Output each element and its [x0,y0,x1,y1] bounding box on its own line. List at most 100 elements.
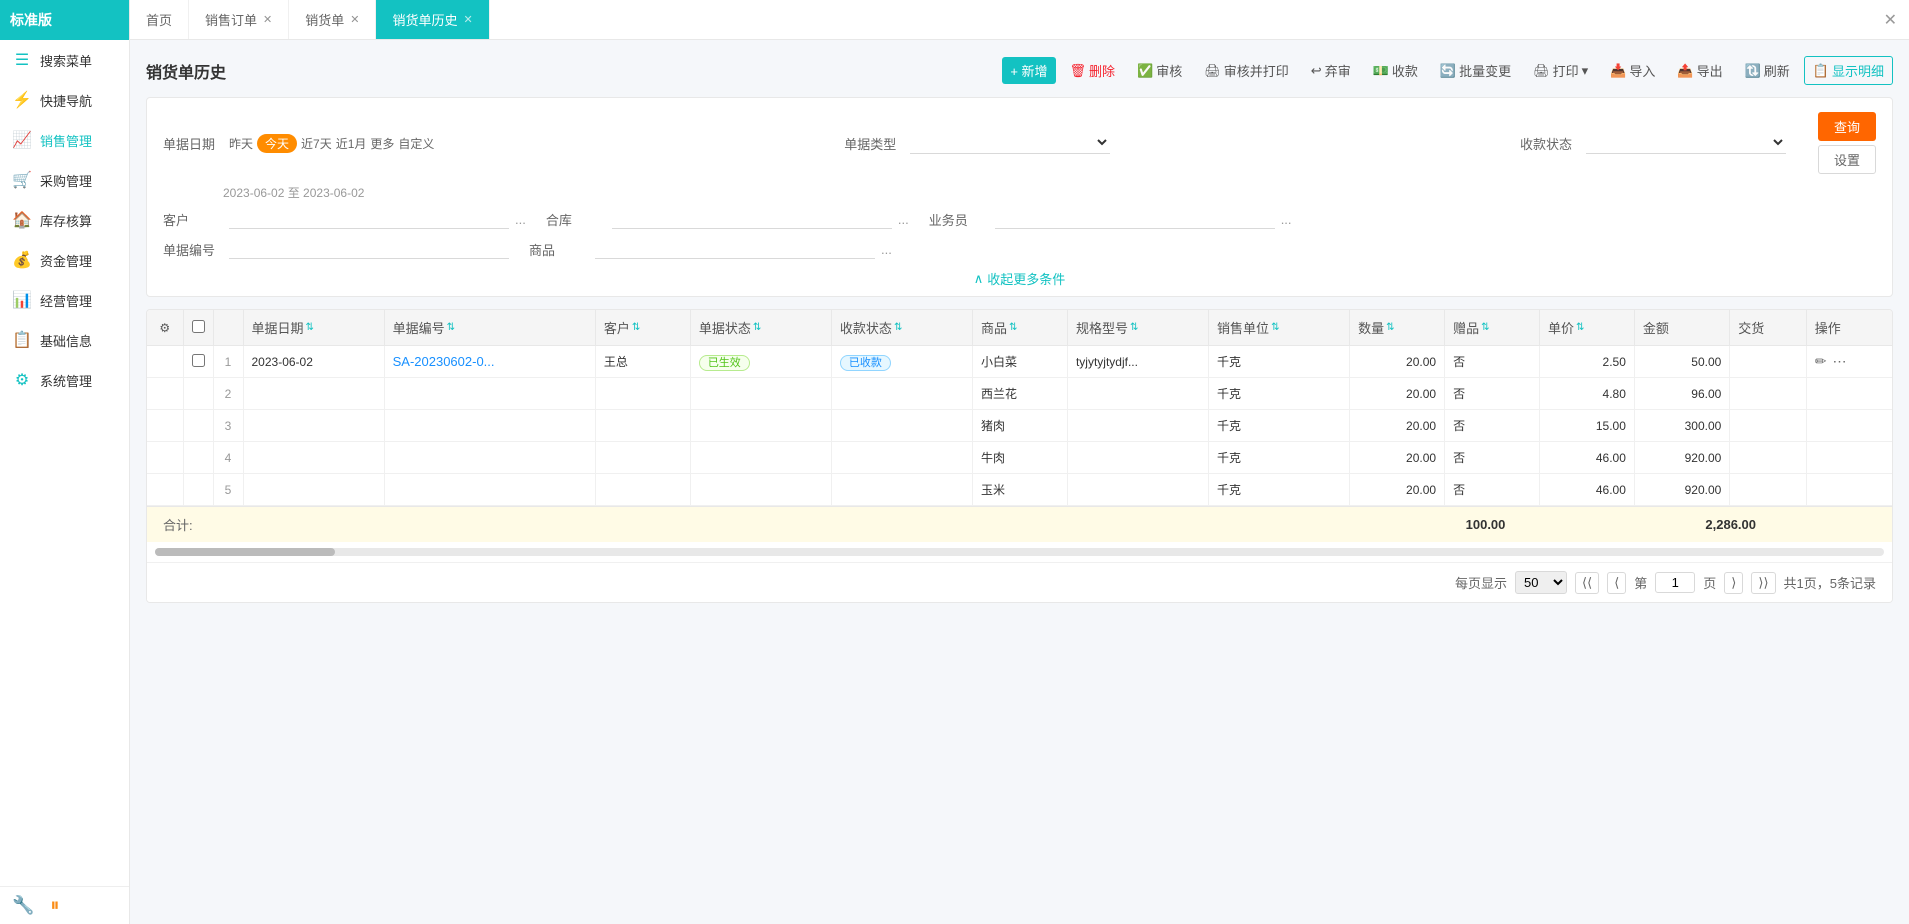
audit-print-button[interactable]: 🖨 审核并打印 [1196,57,1297,84]
sidebar-item-search-menu[interactable]: ☰ 搜索菜单 [0,40,129,80]
tab-sales-goods[interactable]: 销货单 ✕ [289,0,376,39]
audit-button[interactable]: ✅ 审核 [1129,57,1190,84]
batch-change-button[interactable]: 🔄 批量变更 [1432,57,1519,84]
sort-doc-no-icon[interactable]: ⇅ [447,322,455,333]
table-row[interactable]: 2 西兰花 千克 20.00 否 4.80 96.00 [147,378,1892,410]
staff-input[interactable] [995,209,1275,229]
collect-status-select-wrap[interactable] [1586,132,1786,154]
more-icon[interactable]: ⋯ [1832,353,1846,370]
sort-collect-status-icon[interactable]: ⇅ [894,322,902,333]
th-goods[interactable]: 商品⇅ [973,310,1068,346]
sidebar-item-inventory-calc[interactable]: 🏠 库存核算 [0,200,129,240]
last-page-button[interactable]: ⟩⟩ [1751,572,1775,594]
warehouse-input[interactable] [612,209,892,229]
edit-icon[interactable]: ✏ [1815,353,1827,370]
collect-status-select[interactable] [1586,132,1786,153]
sidebar-item-fund-mgmt[interactable]: 💰 资金管理 [0,240,129,280]
new-button[interactable]: + 新增 [1002,57,1055,84]
td-doc-no[interactable] [384,410,595,442]
th-spec[interactable]: 规格型号⇅ [1067,310,1208,346]
sort-price-icon[interactable]: ⇅ [1576,322,1584,333]
next-page-button[interactable]: ⟩ [1724,572,1743,594]
shortcut-7days[interactable]: 近7天 [301,135,332,152]
shortcut-custom[interactable]: 自定义 [398,135,434,152]
td-doc-no[interactable] [384,474,595,506]
warehouse-dots[interactable]: ... [898,212,909,227]
doc-no-input[interactable] [229,239,509,259]
page-size-select[interactable]: 50 20 100 [1515,571,1567,594]
th-gift[interactable]: 赠品⇅ [1445,310,1540,346]
sort-doc-date-icon[interactable]: ⇅ [306,322,314,333]
th-doc-no[interactable]: 单据编号⇅ [384,310,595,346]
display-detail-button[interactable]: 📋 显示明细 [1804,56,1893,85]
print-button[interactable]: 🖨 打印 ▾ [1525,57,1596,84]
td-doc-no[interactable] [384,378,595,410]
page-number-input[interactable] [1655,572,1695,593]
tab-bar-close-all[interactable]: ✕ [1872,10,1909,30]
sort-spec-icon[interactable]: ⇅ [1130,322,1138,333]
set-button[interactable]: 设置 [1818,145,1876,174]
horizontal-scrollbar[interactable] [155,548,1884,556]
shortcut-yesterday[interactable]: 昨天 [229,135,253,152]
doc-no-link[interactable]: SA-20230602-0... [393,354,495,369]
table-row[interactable]: 4 牛肉 千克 20.00 否 46.00 920.00 [147,442,1892,474]
sidebar-item-system-mgmt[interactable]: ⚙ 系统管理 [0,360,129,400]
shortcut-more[interactable]: 更多 [370,135,394,152]
pause-bottom-icon[interactable]: ⏸ [50,895,59,916]
th-price[interactable]: 单价⇅ [1539,310,1634,346]
td-checkbox[interactable] [183,474,213,506]
sort-customer-icon[interactable]: ⇅ [632,322,640,333]
th-qty[interactable]: 数量⇅ [1350,310,1445,346]
td-checkbox[interactable] [183,410,213,442]
tab-sales-order-close[interactable]: ✕ [263,13,272,26]
sidebar-item-purchase-mgmt[interactable]: 🛒 采购管理 [0,160,129,200]
prev-page-button[interactable]: ⟨ [1607,572,1626,594]
doc-type-select-wrap[interactable] [910,132,1110,154]
sort-unit-icon[interactable]: ⇅ [1271,322,1279,333]
th-collect-status[interactable]: 收款状态⇅ [831,310,972,346]
settings-bottom-icon[interactable]: 🔧 [12,895,34,916]
th-settings[interactable]: ⚙ [147,310,183,346]
td-checkbox[interactable] [183,442,213,474]
export-button[interactable]: 📤 导出 [1669,57,1730,84]
sort-goods-icon[interactable]: ⇅ [1009,322,1017,333]
tab-sales-history[interactable]: 销货单历史 ✕ [376,0,489,39]
th-customer[interactable]: 客户⇅ [595,310,690,346]
collapse-button[interactable]: ∧ 收起更多条件 [163,269,1876,288]
table-row[interactable]: 5 玉米 千克 20.00 否 46.00 920.00 [147,474,1892,506]
sidebar-item-basic-info[interactable]: 📋 基础信息 [0,320,129,360]
tab-sales-goods-close[interactable]: ✕ [350,13,359,26]
tab-sales-order[interactable]: 销售订单 ✕ [189,0,289,39]
tab-home[interactable]: 首页 [130,0,189,39]
td-doc-no[interactable] [384,442,595,474]
goods-input[interactable] [595,239,875,259]
customer-input[interactable] [229,209,509,229]
sidebar-item-ops-mgmt[interactable]: 📊 经营管理 [0,280,129,320]
collect-button[interactable]: 💵 收款 [1365,57,1426,84]
shortcut-today[interactable]: 今天 [257,134,297,153]
customer-dots[interactable]: ... [515,212,526,227]
refresh-button[interactable]: 🔃 刷新 [1737,57,1798,84]
sort-gift-icon[interactable]: ⇅ [1481,322,1489,333]
goods-dots[interactable]: ... [881,242,892,257]
sort-qty-icon[interactable]: ⇅ [1386,322,1394,333]
table-row[interactable]: 3 猪肉 千克 20.00 否 15.00 300.00 [147,410,1892,442]
first-page-button[interactable]: ⟨⟨ [1575,572,1599,594]
row-checkbox[interactable] [192,354,205,367]
th-doc-date[interactable]: 单据日期⇅ [243,310,384,346]
td-checkbox[interactable] [183,378,213,410]
th-checkbox[interactable] [183,310,213,346]
sort-doc-status-icon[interactable]: ⇅ [753,322,761,333]
import-button[interactable]: 📥 导入 [1602,57,1663,84]
sidebar-item-quick-nav[interactable]: ⚡ 快捷导航 [0,80,129,120]
delete-button[interactable]: 🗑 删除 [1062,57,1124,84]
abandon-button[interactable]: ↩ 弃审 [1303,57,1359,84]
td-checkbox[interactable] [183,346,213,378]
td-doc-no[interactable]: SA-20230602-0... [384,346,595,378]
select-all-checkbox[interactable] [192,320,205,333]
table-row[interactable]: 1 2023-06-02 SA-20230602-0... 王总 已生效 已收款… [147,346,1892,378]
sidebar-item-sales-mgmt[interactable]: 📈 销售管理 [0,120,129,160]
th-unit[interactable]: 销售单位⇅ [1209,310,1350,346]
tab-sales-history-close[interactable]: ✕ [464,13,473,26]
staff-dots[interactable]: ... [1281,212,1292,227]
